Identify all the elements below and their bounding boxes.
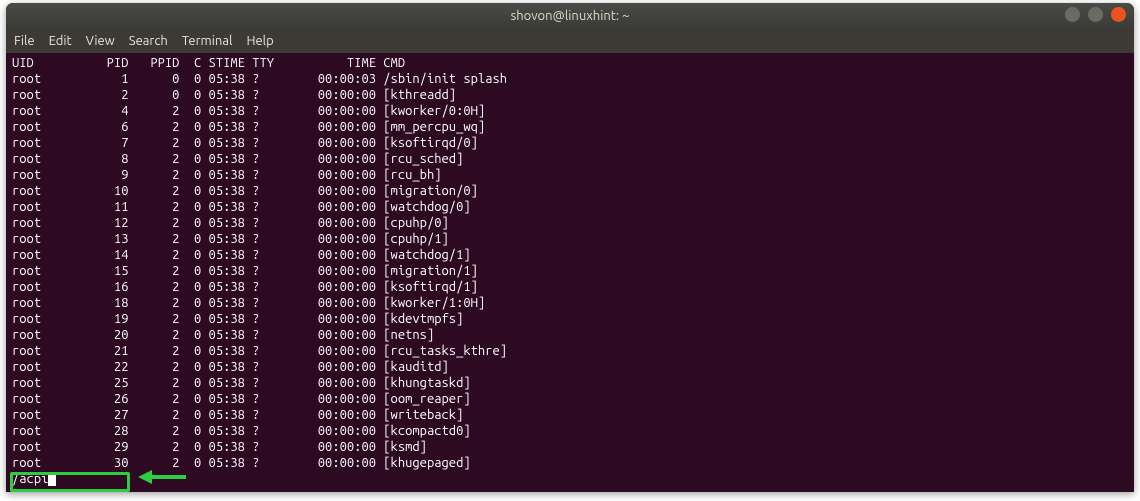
menu-terminal[interactable]: Terminal — [182, 34, 233, 48]
window-title: shovon@linuxhint: ~ — [511, 9, 630, 23]
menu-file[interactable]: File — [14, 34, 35, 48]
menu-search[interactable]: Search — [129, 34, 168, 48]
titlebar[interactable]: shovon@linuxhint: ~ — [6, 3, 1134, 29]
menubar: File Edit View Search Terminal Help — [6, 29, 1134, 53]
menu-view[interactable]: View — [86, 34, 115, 48]
menu-edit[interactable]: Edit — [49, 34, 72, 48]
search-prompt[interactable]: /acpi — [12, 471, 1128, 487]
cursor — [48, 472, 56, 486]
menu-help[interactable]: Help — [246, 34, 273, 48]
window-controls — [1065, 7, 1126, 22]
close-button[interactable] — [1111, 7, 1126, 22]
search-text: /acpi — [12, 472, 48, 486]
maximize-button[interactable] — [1088, 7, 1103, 22]
terminal-output[interactable]: UID PID PPID C STIME TTY TIME CMD root 1… — [6, 53, 1134, 487]
minimize-button[interactable] — [1065, 7, 1080, 22]
terminal-window: shovon@linuxhint: ~ File Edit View Searc… — [6, 3, 1134, 492]
